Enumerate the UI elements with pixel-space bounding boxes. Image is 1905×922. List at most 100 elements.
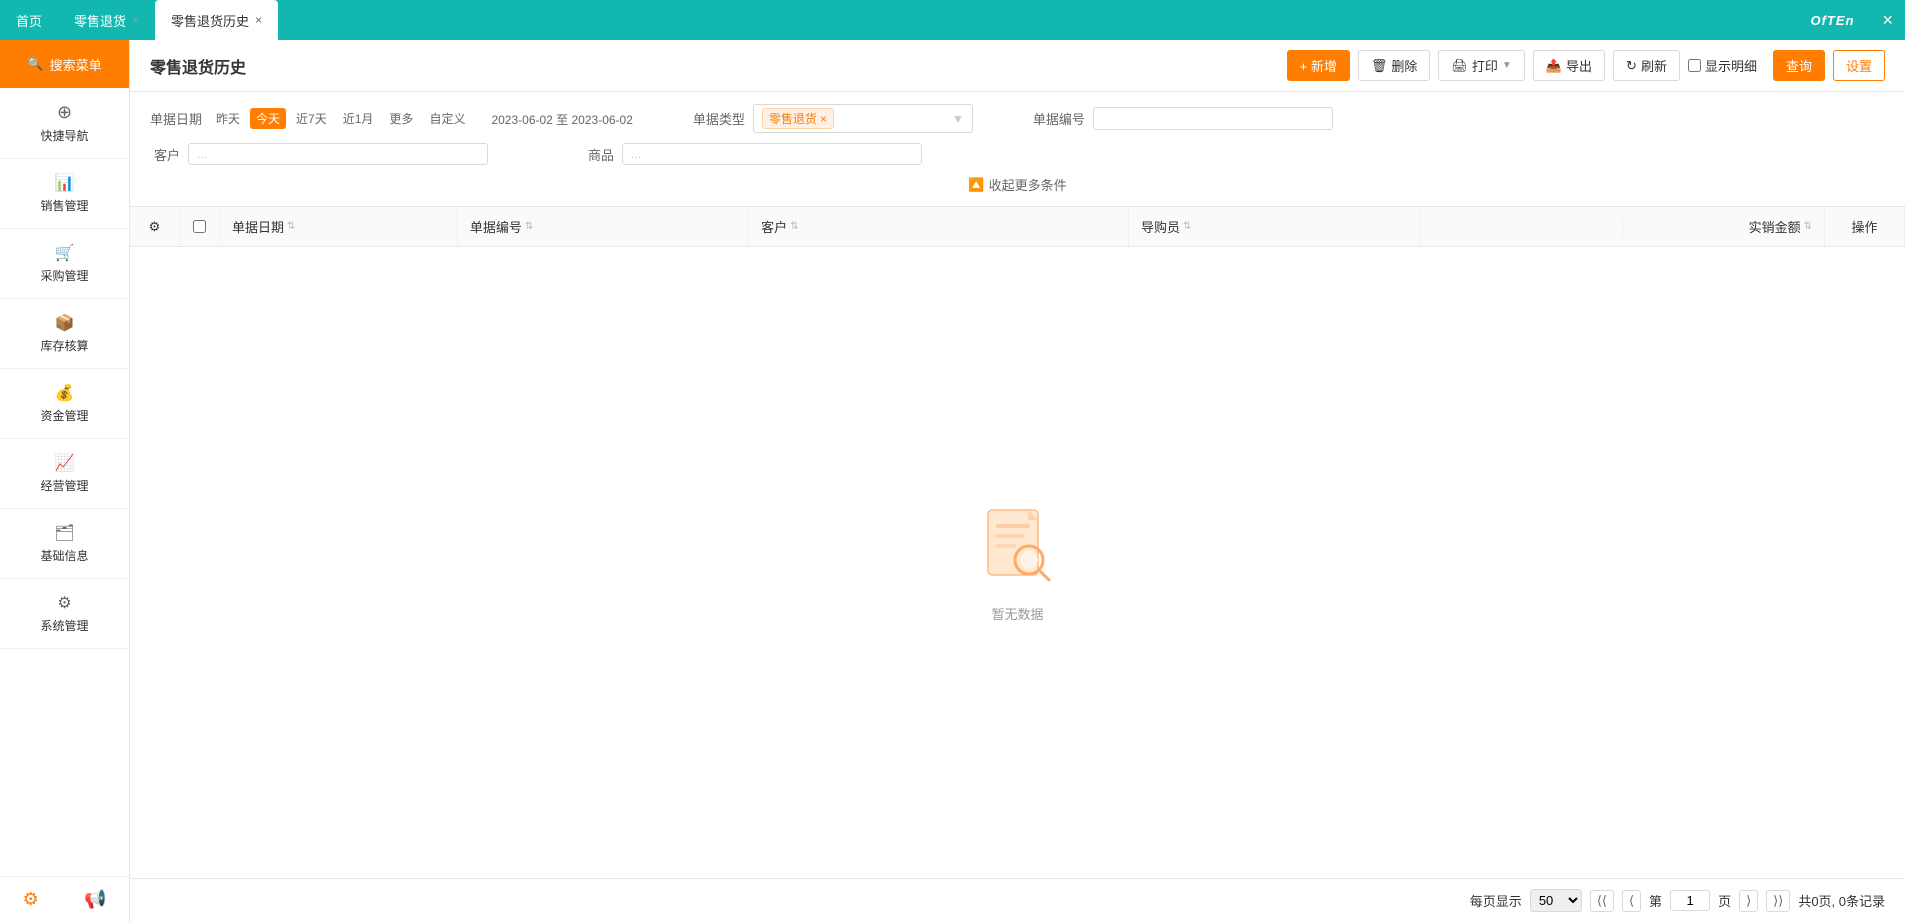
pagination: 每页显示 50 10 20 100 ⟨⟨ ⟨ 第 页 ⟩ ⟩⟩ 共0页, 0条记…	[130, 878, 1905, 922]
settings-gear-icon[interactable]: ⚙	[23, 889, 39, 910]
tab-close-icon[interactable]: ×	[132, 13, 139, 27]
tab-active-close-icon[interactable]: ×	[255, 13, 262, 27]
page-last-button[interactable]: ⟩⟩	[1766, 890, 1790, 912]
print-chevron-icon: ▼	[1502, 60, 1512, 71]
empty-illustration	[973, 502, 1063, 592]
customer-select[interactable]: ...	[188, 143, 488, 165]
sidebar-item-inventory[interactable]: 📦 库存核算	[0, 299, 129, 369]
refresh-icon: ↻	[1626, 58, 1637, 74]
finance-icon: 💰	[55, 383, 75, 403]
th-amount-sort-icon[interactable]: ⇅	[1804, 221, 1812, 232]
goods-dots: ...	[631, 147, 641, 161]
th-customer[interactable]: 客户 ⇅	[749, 207, 1129, 246]
tab-retail-return-history[interactable]: 零售退货历史 ×	[155, 0, 278, 40]
th-action-label: 操作	[1851, 217, 1877, 236]
delete-button[interactable]: 🗑 删除	[1358, 50, 1431, 81]
sidebar-item-finance[interactable]: 💰 资金管理	[0, 369, 129, 439]
date-btn-today[interactable]: 今天	[250, 108, 286, 129]
collapse-button[interactable]: 🔼 收起更多条件	[968, 175, 1066, 194]
page-next-button[interactable]: ⟩	[1739, 890, 1758, 912]
date-btn-1month[interactable]: 近1月	[337, 108, 380, 129]
th-billno-label: 单据编号	[470, 217, 522, 236]
date-filter: 单据日期 昨天 今天 近7天 近1月 更多 自定义	[150, 108, 471, 129]
sidebar-item-quick-nav[interactable]: ⊕ 快捷导航	[0, 88, 129, 159]
collapse-up-icon: 🔼	[968, 177, 984, 193]
goods-label: 商品	[588, 145, 614, 164]
th-date-sort-icon[interactable]: ⇅	[287, 221, 295, 232]
th-action: 操作	[1825, 207, 1905, 246]
toolbar: + 新增 🗑 删除 🖨 打印 ▼ 📤 导出 ↻ 刷新	[1287, 50, 1885, 81]
date-range-text: 2023-06-02 至 2023-06-02	[491, 111, 632, 128]
page-label-before: 第	[1649, 891, 1662, 910]
total-label: 共0页, 0条记录	[1798, 891, 1885, 910]
table-header: ⚙ 单据日期 ⇅ 单据编号 ⇅ 客户 ⇅ 导购员	[130, 207, 1905, 247]
th-amount[interactable]: 实销金额 ⇅	[1623, 207, 1825, 246]
empty-text: 暂无数据	[991, 604, 1043, 623]
bill-type-label: 单据类型	[693, 109, 745, 128]
th-billno-sort-icon[interactable]: ⇅	[525, 221, 533, 232]
sidebar-item-basic[interactable]: 🗂 基础信息	[0, 509, 129, 579]
bill-no-input[interactable]	[1093, 107, 1333, 130]
new-button[interactable]: + 新增	[1287, 50, 1350, 81]
sidebar-item-ops[interactable]: 📈 经营管理	[0, 439, 129, 509]
th-customer-sort-icon[interactable]: ⇅	[790, 221, 798, 232]
page-number-input[interactable]	[1670, 890, 1710, 911]
th-spacer	[1420, 217, 1622, 237]
setting-button[interactable]: 设置	[1833, 50, 1885, 81]
ops-icon: 📈	[55, 453, 75, 473]
empty-state: 暂无数据	[130, 247, 1905, 878]
query-button[interactable]: 查询	[1773, 50, 1825, 81]
th-guide[interactable]: 导购员 ⇅	[1129, 207, 1420, 246]
sidebar: 🔍 搜索菜单 ⊕ 快捷导航 📊 销售管理 🛒 采购管理 📦 库存核算 💰 资金管…	[0, 40, 130, 922]
th-checkbox[interactable]	[180, 210, 220, 243]
sidebar-search[interactable]: 🔍 搜索菜单	[0, 40, 129, 88]
sales-icon: 📊	[55, 173, 75, 193]
page-prev-button[interactable]: ⟨	[1622, 890, 1641, 912]
bill-no-label: 单据编号	[1033, 109, 1085, 128]
filter-area: 单据日期 昨天 今天 近7天 近1月 更多 自定义 2023-06-02 至 2…	[130, 92, 1905, 207]
export-icon: 📤	[1546, 58, 1562, 74]
column-settings-icon[interactable]: ⚙	[149, 219, 161, 235]
refresh-button[interactable]: ↻ 刷新	[1613, 50, 1680, 81]
page-size-select[interactable]: 50 10 20 100	[1530, 889, 1582, 912]
th-settings[interactable]: ⚙	[130, 209, 180, 245]
select-all-checkbox[interactable]	[193, 220, 206, 233]
bill-no-filter: 单据编号	[1033, 107, 1333, 130]
top-bar: 首页 零售退货 × 零售退货历史 × OfTEn ×	[0, 0, 1905, 40]
print-icon: 🖨	[1451, 58, 1468, 74]
th-date-label: 单据日期	[232, 217, 284, 236]
page-label-after: 页	[1718, 891, 1731, 910]
filter-row-1: 单据日期 昨天 今天 近7天 近1月 更多 自定义 2023-06-02 至 2…	[150, 104, 1885, 133]
sidebar-item-purchase[interactable]: 🛒 采购管理	[0, 229, 129, 299]
bill-type-select[interactable]: 零售退货 × ▼	[753, 104, 973, 133]
tab-home[interactable]: 首页	[0, 0, 58, 40]
table-container: ⚙ 单据日期 ⇅ 单据编号 ⇅ 客户 ⇅ 导购员	[130, 207, 1905, 922]
bill-type-filter: 单据类型 零售退货 × ▼	[693, 104, 973, 133]
page-size-label: 每页显示	[1470, 891, 1522, 910]
tab-retail-return[interactable]: 零售退货 ×	[58, 0, 155, 40]
show-detail-checkbox-label[interactable]: 显示明细	[1688, 56, 1757, 75]
goods-select[interactable]: ...	[622, 143, 922, 165]
sidebar-item-sales[interactable]: 📊 销售管理	[0, 159, 129, 229]
th-billno[interactable]: 单据编号 ⇅	[458, 207, 749, 246]
basic-icon: 🗂	[54, 523, 74, 543]
export-button[interactable]: 📤 导出	[1533, 50, 1605, 81]
date-btn-more[interactable]: 更多	[383, 108, 419, 129]
date-btn-custom[interactable]: 自定义	[423, 108, 471, 129]
th-guide-sort-icon[interactable]: ⇅	[1183, 221, 1191, 232]
show-detail-checkbox[interactable]	[1688, 59, 1701, 72]
select-chevron-icon: ▼	[952, 112, 964, 126]
volume-icon[interactable]: 📢	[84, 889, 106, 910]
date-btn-7days[interactable]: 近7天	[290, 108, 333, 129]
th-customer-label: 客户	[761, 217, 787, 236]
sidebar-item-system[interactable]: ⚙ 系统管理	[0, 579, 129, 649]
tag-close-icon[interactable]: ×	[820, 112, 827, 126]
th-date[interactable]: 单据日期 ⇅	[220, 207, 458, 246]
print-button[interactable]: 🖨 打印 ▼	[1438, 50, 1524, 81]
inventory-icon: 📦	[55, 313, 75, 333]
page-first-button[interactable]: ⟨⟨	[1590, 890, 1614, 912]
search-icon: 🔍	[27, 56, 43, 72]
date-btn-yesterday[interactable]: 昨天	[210, 108, 246, 129]
customer-dots: ...	[197, 147, 207, 161]
window-close-button[interactable]: ×	[1870, 10, 1905, 31]
